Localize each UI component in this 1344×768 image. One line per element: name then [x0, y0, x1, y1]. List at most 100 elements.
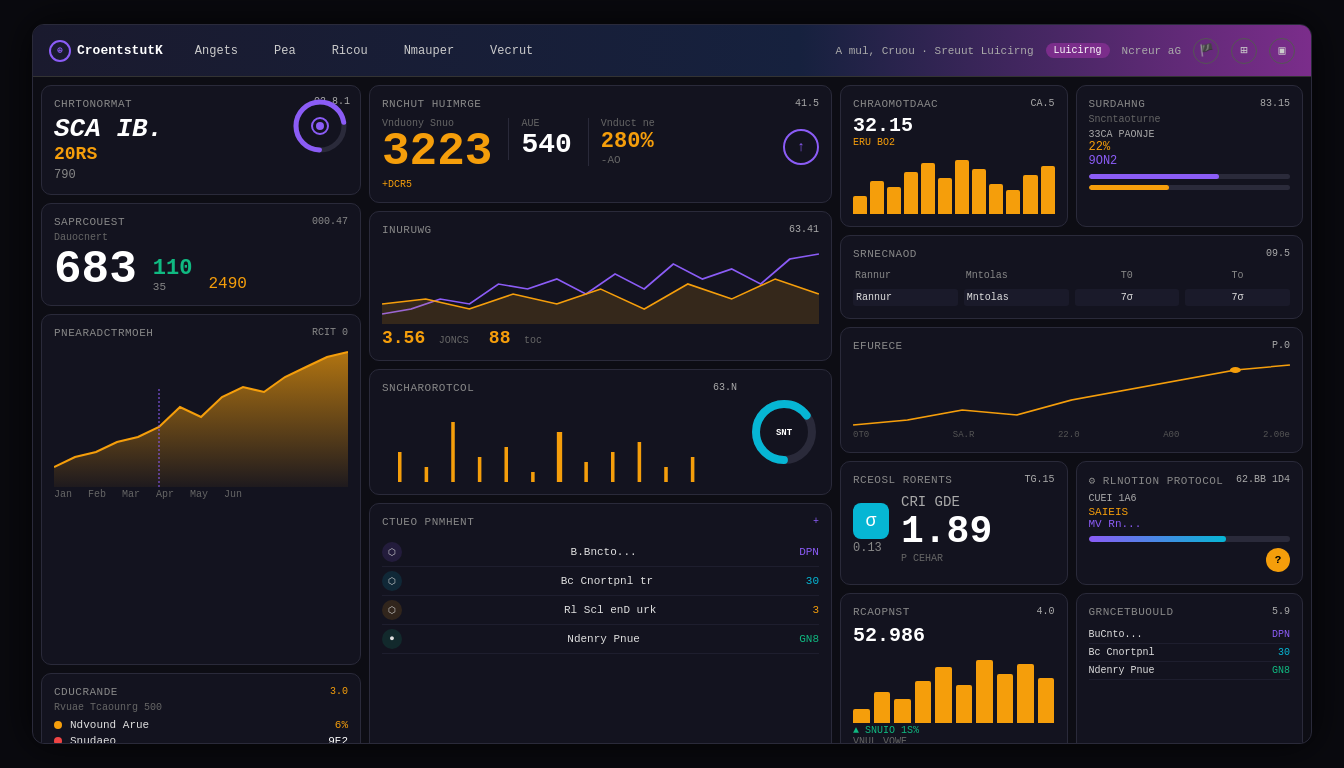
user-icon[interactable]: ▣ — [1269, 38, 1295, 64]
cducrande-item2: Snudaeo 9E2 — [54, 735, 348, 743]
surdahng-line3: 9ON2 — [1089, 154, 1291, 168]
snchar-title: Sncharorotcol — [382, 382, 474, 394]
rlnotion-val1: SAIEIS — [1089, 506, 1291, 518]
surdahng-title: Surdahng — [1089, 98, 1146, 110]
dot-orange — [54, 721, 62, 729]
saprcouest-main: 683 — [54, 247, 137, 293]
card-surdahng: Surdahng 83.15 Sncntaoturne 33CA PAONJE … — [1076, 85, 1304, 227]
ctueo-item-label-0: B.Bncto... — [571, 546, 637, 558]
rlnotion-badge: 62.BB 1D4 — [1236, 474, 1290, 491]
progress-0 — [1089, 174, 1291, 179]
saprcouest-title: Saprcouest — [54, 216, 125, 228]
card-chraomotdaac: Chraomotdaac CA.5 32.15 ERU BO2 — [840, 85, 1068, 227]
grncet-row-2: Ndenry Pnue GN8 — [1089, 662, 1291, 680]
grncet-label-0: BuCnto... — [1089, 629, 1143, 640]
saprcouest-val2: 110 — [153, 256, 193, 281]
nav-pea[interactable]: Pea — [266, 40, 304, 62]
nav-angets[interactable]: Angets — [187, 40, 246, 62]
cducrande-item1-val: 6% — [335, 719, 348, 731]
progress-fill-1 — [1089, 185, 1170, 190]
rnchut-title: Rnchut Huimrge — [382, 98, 481, 110]
bar-2 — [887, 187, 901, 214]
area-badge: RCIT 0 — [312, 327, 348, 343]
inuruwg-val2-label: toc — [524, 335, 542, 346]
rlnotion-val2: MV Rn... — [1089, 518, 1291, 530]
rlnotion-action-btn[interactable]: ? — [1266, 548, 1290, 572]
bar-3 — [904, 172, 918, 214]
rcaopnst-bottom: VNUL VQWE — [853, 736, 1055, 743]
cducrande-item2-label: Snudaeo — [70, 735, 116, 743]
bar-6 — [955, 160, 969, 214]
rnchut-top: Vnduony Snuo 3223 AUE 540 Vnduct ne 280%… — [382, 118, 819, 175]
efurece-chart — [853, 360, 1290, 430]
inuruwg-val1: 3.56 — [382, 328, 425, 348]
chrtonormat-value: SCA IB. — [54, 114, 163, 144]
grncetbuould-title: Grncetbuould — [1089, 606, 1174, 618]
inuruwg-title: Inuruwg — [382, 224, 432, 236]
grncet-row-0: BuCnto... DPN — [1089, 626, 1291, 644]
ctueo-item-icon-2: ⬡ — [382, 600, 402, 620]
ctueo-item-val-3: GN8 — [799, 633, 819, 645]
ctueo-item-icon-0: ⬡ — [382, 542, 402, 562]
nav-nmauper[interactable]: Nmauper — [396, 40, 462, 62]
svg-marker-6 — [382, 279, 819, 324]
card-saprcouest: Saprcouest Dauocnert 000.47 683 110 35 2… — [41, 203, 361, 306]
bar-10 — [1023, 175, 1037, 214]
line-vals: 3.56 JONCS 88 toc — [382, 328, 819, 348]
rlnotion-title: ⚙ Rlnotion Protocol — [1089, 474, 1224, 487]
chraomotdaac-sub: ERU BO2 — [853, 137, 1055, 148]
ctueo-item-3: ● Ndenry Pnue GN8 — [382, 625, 819, 654]
card-chrtonormat: Chrtonormat 02.8.1 SCA IB. 20RS 790 — [41, 85, 361, 195]
card-efurece: Efurece P.0 0T0SA.R22.0A002.00e — [840, 327, 1303, 453]
inuruwg-val1-label: JONCS — [439, 335, 469, 346]
bar-8 — [989, 184, 1003, 214]
ctueo-item-0: ⬡ B.Bncto... DPN — [382, 538, 819, 567]
nav-vecrut[interactable]: Vecrut — [482, 40, 541, 62]
right-top-row: Chraomotdaac CA.5 32.15 ERU BO2 — [840, 85, 1303, 227]
rcbar-4 — [935, 667, 952, 723]
ctueo-more[interactable]: + — [813, 516, 819, 532]
rnchut-extra: +DCR5 — [382, 179, 819, 190]
protocol-fill — [1089, 536, 1226, 542]
rnchut-main: 3223 — [382, 129, 492, 175]
nav-right: A mul, Cruou · Sreuut Luicirng Luicirng … — [836, 38, 1295, 64]
rceosl-right-label: P CEHAR — [901, 553, 992, 564]
rceosl-main-label: CRI GDE — [901, 494, 992, 510]
inuruwg-val2: 88 — [489, 328, 511, 348]
ctueo-item-1: ⬡ Bc Cnortpnl tr 30 — [382, 567, 819, 596]
card-inuruwg: Inuruwg 63.41 3.56 JONCS 88 — [369, 211, 832, 361]
cducrande-title: Cducrande — [54, 686, 118, 698]
chrtonormat-sub: 20RS — [54, 144, 163, 164]
nav-right-text: A mul, Cruou · Sreuut Luicirng — [836, 45, 1034, 57]
nav-badge: Luicirng — [1046, 43, 1110, 58]
flag-icon[interactable]: 🏴 — [1193, 38, 1219, 64]
cducrande-item2-val: 9E2 — [328, 735, 348, 743]
surdahng-line1: 33CA PAONJE — [1089, 129, 1291, 140]
srnecnaod-title: Srnecnaod — [853, 248, 917, 260]
grid-icon[interactable]: ⊞ — [1231, 38, 1257, 64]
nav-ricou[interactable]: Ricou — [324, 40, 376, 62]
ctueo-item-val-1: 30 — [806, 575, 819, 587]
svg-text:SNT: SNT — [776, 428, 793, 438]
bar-1 — [870, 181, 884, 214]
cducrande-badge: 3.0 — [330, 686, 348, 702]
efurece-labels: 0T0SA.R22.0A002.00e — [853, 430, 1290, 440]
rcbar-0 — [853, 709, 870, 723]
rceosl-icon-sym: σ — [853, 503, 889, 539]
svg-point-3 — [316, 122, 324, 130]
rcaopnst-val: 52.986 — [853, 624, 1055, 647]
mid-column: Rnchut Huimrge 41.5 Vnduony Snuo 3223 AU… — [369, 85, 832, 743]
line-chart-svg — [382, 244, 819, 324]
right-bottom-row: Rceosl Rorents TG.15 σ 0.13 CRI GDE 1.89 — [840, 461, 1303, 585]
grncet-val-0: DPN — [1272, 629, 1290, 640]
cducrande-sub: Rvuae Tcaounrg 500 — [54, 702, 348, 713]
rcbar-3 — [915, 681, 932, 723]
grncet-label-2: Ndenry Pnue — [1089, 665, 1155, 676]
rcbar-9 — [1038, 678, 1055, 724]
area-title: Pnearadctrmoeh — [54, 327, 153, 339]
chraomotdaac-badge: CA.5 — [1030, 98, 1054, 114]
ctueo-item-2: ⬡ Rl Scl enD urk 3 — [382, 596, 819, 625]
gauge-container — [290, 96, 350, 156]
srnecnaod-row0-col1: Mntolas — [964, 289, 1069, 306]
surdahng-subtitle: Sncntaoturne — [1089, 114, 1291, 125]
